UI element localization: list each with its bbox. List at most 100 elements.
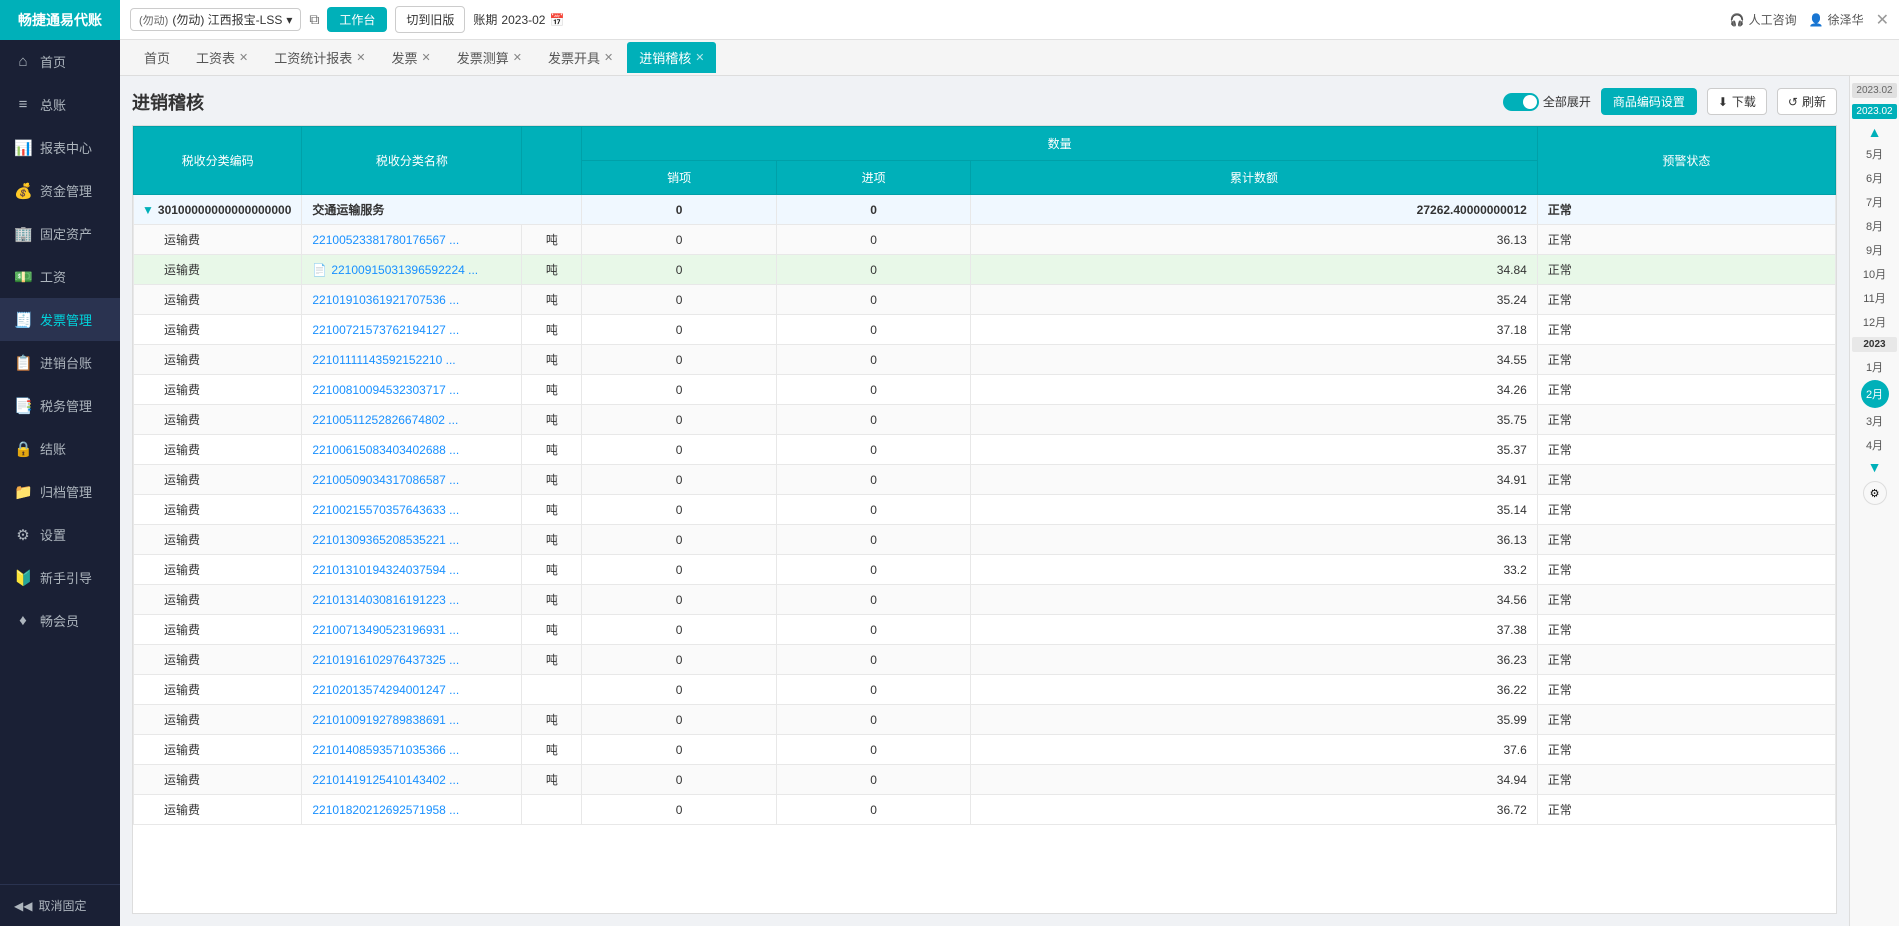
sidebar-item-ledger[interactable]: ≡ 总账 bbox=[0, 83, 120, 126]
invoice-no-cell[interactable]: 22100523381780176567 ... bbox=[302, 225, 522, 255]
invoice-no-cell[interactable]: 22101310194324037594 ... bbox=[302, 555, 522, 585]
invoice-no-cell[interactable]: 22100511252826674802 ... bbox=[302, 405, 522, 435]
calendar-month-4[interactable]: 4月 bbox=[1852, 434, 1897, 456]
calendar-month-6[interactable]: 6月 bbox=[1852, 167, 1897, 189]
refresh-button[interactable]: ↺ 刷新 bbox=[1777, 88, 1837, 115]
sidebar-item-guide[interactable]: 🔰 新手引导 bbox=[0, 556, 120, 599]
worktable-button[interactable]: 工作台 bbox=[327, 7, 387, 32]
sidebar-item-invoice[interactable]: 🧾 发票管理 bbox=[0, 298, 120, 341]
close-button[interactable]: ✕ bbox=[1876, 10, 1889, 30]
table-row[interactable]: 运输费 22101910361921707536 ... 吨 0 0 35.24… bbox=[134, 285, 1836, 315]
toggle-track[interactable] bbox=[1503, 93, 1539, 111]
tab-close-icon[interactable]: ✕ bbox=[604, 51, 613, 64]
sidebar-item-tax[interactable]: 📑 税务管理 bbox=[0, 384, 120, 427]
sidebar-item-home[interactable]: ⌂ 首页 bbox=[0, 40, 120, 83]
invoice-no-cell[interactable]: 22101916102976437325 ... bbox=[302, 645, 522, 675]
sidebar-item-capital[interactable]: 💰 资金管理 bbox=[0, 169, 120, 212]
calendar-up-arrow[interactable]: ▲ bbox=[1868, 124, 1882, 140]
sidebar-item-archive[interactable]: 📁 归档管理 bbox=[0, 470, 120, 513]
table-row[interactable]: 运输费 22101916102976437325 ... 吨 0 0 36.23… bbox=[134, 645, 1836, 675]
table-row[interactable]: 运输费 22100509034317086587 ... 吨 0 0 34.91… bbox=[134, 465, 1836, 495]
calendar-month-7[interactable]: 7月 bbox=[1852, 191, 1897, 213]
sidebar-item-member[interactable]: ♦ 畅会员 bbox=[0, 599, 120, 642]
table-row[interactable]: 运输费 22101009192789838691 ... 吨 0 0 35.99… bbox=[134, 705, 1836, 735]
company-selector[interactable]: (勿动) (勿动) 江西报宝-LSS ▾ bbox=[130, 8, 301, 31]
unpin-button[interactable]: ◀◀ 取消固定 bbox=[0, 884, 120, 926]
invoice-no-cell[interactable]: 📄22100915031396592224 ... bbox=[302, 255, 522, 285]
tab-salary-stats[interactable]: 工资统计报表 ✕ bbox=[262, 42, 377, 73]
table-row[interactable]: 运输费 📄22100915031396592224 ... 吨 0 0 34.8… bbox=[134, 255, 1836, 285]
table-row[interactable]: 运输费 22100511252826674802 ... 吨 0 0 35.75… bbox=[134, 405, 1836, 435]
invoice-no-cell[interactable]: 22101309365208535221 ... bbox=[302, 525, 522, 555]
calendar-month-9[interactable]: 9月 bbox=[1852, 239, 1897, 261]
invoice-no-cell[interactable]: 22100509034317086587 ... bbox=[302, 465, 522, 495]
table-row[interactable]: 运输费 22101408593571035366 ... 吨 0 0 37.6 … bbox=[134, 735, 1836, 765]
invoice-no-cell[interactable]: 22101111143592152210 ... bbox=[302, 345, 522, 375]
calendar-month-10[interactable]: 10月 bbox=[1852, 263, 1897, 285]
table-row[interactable]: 运输费 22100615083403402688 ... 吨 0 0 35.37… bbox=[134, 435, 1836, 465]
tab-invoice-calc[interactable]: 发票测算 ✕ bbox=[445, 42, 534, 73]
calendar-month-12[interactable]: 12月 bbox=[1852, 311, 1897, 333]
invoice-no-cell[interactable]: 22100721573762194127 ... bbox=[302, 315, 522, 345]
sidebar-item-salary[interactable]: 💵 工资 bbox=[0, 255, 120, 298]
status-cell: 正常 bbox=[1537, 765, 1835, 795]
table-row[interactable]: 运输费 22100721573762194127 ... 吨 0 0 37.18… bbox=[134, 315, 1836, 345]
tab-home[interactable]: 首页 bbox=[132, 42, 182, 73]
calendar-month-8[interactable]: 8月 bbox=[1852, 215, 1897, 237]
invoice-no-cell[interactable]: 22100810094532303717 ... bbox=[302, 375, 522, 405]
support-button[interactable]: 🎧 人工咨询 bbox=[1730, 11, 1797, 28]
table-row[interactable]: ▼30100000000000000000 交通运输服务 0 0 27262.4… bbox=[134, 195, 1836, 225]
invoice-no-cell[interactable]: 22100215570357643633 ... bbox=[302, 495, 522, 525]
tab-salary-table[interactable]: 工资表 ✕ bbox=[184, 42, 260, 73]
calendar-icon[interactable]: 📅 bbox=[549, 13, 564, 27]
calendar-month-1[interactable]: 1月 bbox=[1852, 356, 1897, 378]
tab-close-icon[interactable]: ✕ bbox=[239, 51, 248, 64]
invoice-no-cell[interactable]: 22101009192789838691 ... bbox=[302, 705, 522, 735]
expand-toggle[interactable]: 全部展开 bbox=[1503, 93, 1591, 111]
invoice-no-cell[interactable]: 22101408593571035366 ... bbox=[302, 735, 522, 765]
sidebar-item-assets[interactable]: 🏢 固定资产 bbox=[0, 212, 120, 255]
table-row[interactable]: 运输费 22101419125410143402 ... 吨 0 0 34.94… bbox=[134, 765, 1836, 795]
tab-close-icon[interactable]: ✕ bbox=[422, 51, 431, 64]
calendar-month-2-active[interactable]: 2月 bbox=[1861, 380, 1889, 408]
switch-button[interactable]: 切到旧版 bbox=[395, 6, 465, 33]
sidebar-item-reports[interactable]: 📊 报表中心 bbox=[0, 126, 120, 169]
download-button[interactable]: ⬇ 下载 bbox=[1707, 88, 1767, 115]
calendar-settings-icon[interactable]: ⚙ bbox=[1863, 481, 1887, 505]
table-row[interactable]: 运输费 22102013574294001247 ... 0 0 36.22 正… bbox=[134, 675, 1836, 705]
tag-cell bbox=[522, 795, 582, 825]
invoice-no-cell[interactable]: 22102013574294001247 ... bbox=[302, 675, 522, 705]
product-settings-button[interactable]: 商品编码设置 bbox=[1601, 88, 1697, 115]
table-row[interactable]: 运输费 22101111143592152210 ... 吨 0 0 34.55… bbox=[134, 345, 1836, 375]
table-row[interactable]: 运输费 22101310194324037594 ... 吨 0 0 33.2 … bbox=[134, 555, 1836, 585]
calendar-month-11[interactable]: 11月 bbox=[1852, 287, 1897, 309]
tab-invoice[interactable]: 发票 ✕ bbox=[379, 42, 442, 73]
invoice-no-cell[interactable]: 22100713490523196931 ... bbox=[302, 615, 522, 645]
copy-icon[interactable]: ⧉ bbox=[309, 11, 319, 28]
table-row[interactable]: 运输费 22100810094532303717 ... 吨 0 0 34.26… bbox=[134, 375, 1836, 405]
table-row[interactable]: 运输费 22100215570357643633 ... 吨 0 0 35.14… bbox=[134, 495, 1836, 525]
calendar-month-5[interactable]: 5月 bbox=[1852, 143, 1897, 165]
table-row[interactable]: 运输费 22101820212692571958 ... 0 0 36.72 正… bbox=[134, 795, 1836, 825]
sidebar-item-settings[interactable]: ⚙ 设置 bbox=[0, 513, 120, 556]
sidebar-item-closing[interactable]: 🔒 结账 bbox=[0, 427, 120, 470]
calendar-down-arrow[interactable]: ▼ bbox=[1868, 459, 1882, 475]
tab-close-icon[interactable]: ✕ bbox=[513, 51, 522, 64]
tab-invoice-open[interactable]: 发票开具 ✕ bbox=[536, 42, 625, 73]
invoice-no-cell[interactable]: 22101820212692571958 ... bbox=[302, 795, 522, 825]
invoice-no-cell[interactable]: 22101910361921707536 ... bbox=[302, 285, 522, 315]
tab-close-icon[interactable]: ✕ bbox=[695, 51, 704, 64]
sidebar-item-purchase[interactable]: 📋 进销台账 bbox=[0, 341, 120, 384]
table-row[interactable]: 运输费 22100523381780176567 ... 吨 0 0 36.13… bbox=[134, 225, 1836, 255]
tab-close-icon[interactable]: ✕ bbox=[356, 51, 365, 64]
invoice-no-cell[interactable]: 22101314030816191223 ... bbox=[302, 585, 522, 615]
table-row[interactable]: 运输费 22101309365208535221 ... 吨 0 0 36.13… bbox=[134, 525, 1836, 555]
table-row[interactable]: 运输费 22100713490523196931 ... 吨 0 0 37.38… bbox=[134, 615, 1836, 645]
user-area[interactable]: 👤 徐泽华 bbox=[1809, 11, 1864, 28]
cumulative-cell: 35.14 bbox=[971, 495, 1537, 525]
calendar-month-3[interactable]: 3月 bbox=[1852, 410, 1897, 432]
invoice-no-cell[interactable]: 22101419125410143402 ... bbox=[302, 765, 522, 795]
invoice-no-cell[interactable]: 22100615083403402688 ... bbox=[302, 435, 522, 465]
tab-reconcile[interactable]: 进销稽核 ✕ bbox=[627, 42, 716, 73]
table-row[interactable]: 运输费 22101314030816191223 ... 吨 0 0 34.56… bbox=[134, 585, 1836, 615]
